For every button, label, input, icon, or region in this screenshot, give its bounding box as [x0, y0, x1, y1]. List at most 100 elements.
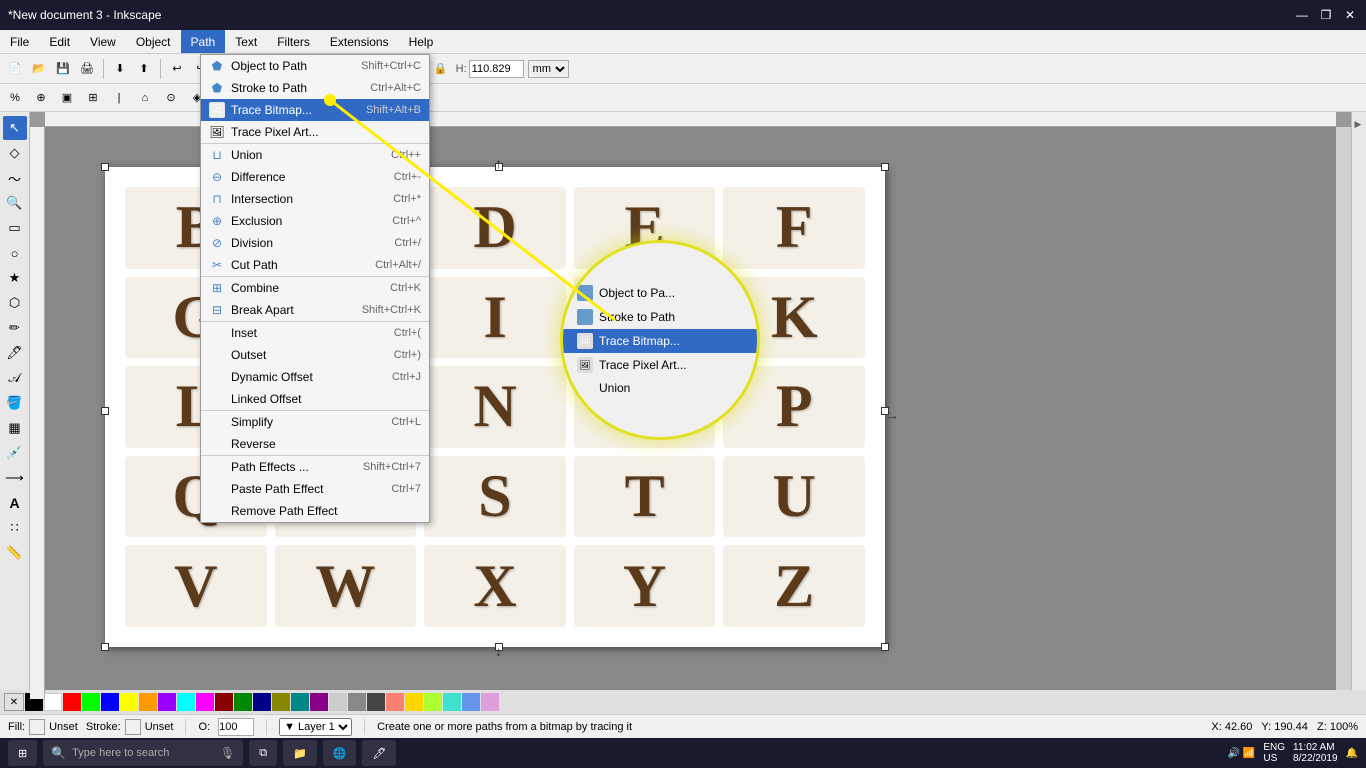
color-swatch-teal[interactable]	[291, 693, 309, 711]
menu-edit[interactable]: Edit	[39, 30, 80, 53]
minimize-button[interactable]: —	[1294, 7, 1310, 23]
color-swatch-green[interactable]	[82, 693, 100, 711]
no-fill-swatch[interactable]: ✕	[4, 693, 24, 711]
zoom-item-trace-pixel-art[interactable]: 🖼 Trace Pixel Art...	[563, 353, 757, 377]
menu-item-paste-path-effect[interactable]: Paste Path Effect Ctrl+7	[201, 478, 429, 500]
vscroll-track[interactable]	[1336, 127, 1351, 699]
handle-tl[interactable]	[101, 163, 109, 171]
start-button[interactable]: ⊞	[8, 740, 37, 766]
menu-item-trace-pixel-art[interactable]: 🖼 Trace Pixel Art...	[201, 121, 429, 143]
zoom-item-stroke-to-path[interactable]: Stroke to Path	[563, 305, 757, 329]
menu-file[interactable]: File	[0, 30, 39, 53]
color-swatch-salmon[interactable]	[386, 693, 404, 711]
stroke-swatch[interactable]	[125, 719, 141, 735]
color-swatch-darkred[interactable]	[215, 693, 233, 711]
zoom-tool[interactable]: 🔍	[3, 191, 27, 215]
menu-item-object-to-path[interactable]: ⬟ Object to Path Shift+Ctrl+C	[201, 55, 429, 77]
zoom-item-trace-bitmap[interactable]: 🖼 Trace Bitmap...	[563, 329, 757, 353]
tweak-tool[interactable]: 〜	[3, 166, 27, 190]
select-tool[interactable]: ↖	[3, 116, 27, 140]
color-swatch-blue[interactable]	[101, 693, 119, 711]
notification-icon[interactable]: 🔔	[1346, 748, 1358, 759]
star-tool[interactable]: ★	[3, 266, 27, 290]
color-swatch-darkblue[interactable]	[253, 693, 271, 711]
menu-item-cut-path[interactable]: ✂ Cut Path Ctrl+Alt+/	[201, 254, 429, 276]
new-button[interactable]: 📄	[4, 58, 26, 80]
undo-button[interactable]: ↩	[166, 58, 188, 80]
gradient-tool[interactable]: ▦	[3, 416, 27, 440]
taskbar-app-chrome[interactable]: 🌐	[323, 740, 357, 766]
handle-tr[interactable]	[881, 163, 889, 171]
import-button[interactable]: ⬇	[109, 58, 131, 80]
rect-tool[interactable]: ▭	[3, 216, 27, 240]
export-button[interactable]: ⬆	[133, 58, 155, 80]
calligraphy-tool[interactable]: 𝒜	[3, 366, 27, 390]
color-swatch-red[interactable]	[63, 693, 81, 711]
opacity-input[interactable]	[218, 718, 254, 736]
unit-select[interactable]: mmpxcm	[528, 60, 569, 78]
bucket-tool[interactable]: 🪣	[3, 391, 27, 415]
menu-item-stroke-to-path[interactable]: ⬟ Stroke to Path Ctrl+Alt+C	[201, 77, 429, 99]
color-swatch-olive[interactable]	[272, 693, 290, 711]
search-bar[interactable]: 🔍 Type here to search 🎙	[43, 740, 243, 766]
menu-item-exclusion[interactable]: ⊕ Exclusion Ctrl+^	[201, 210, 429, 232]
menu-item-simplify[interactable]: Simplify Ctrl+L	[201, 411, 429, 433]
color-swatch-cornflower[interactable]	[462, 693, 480, 711]
ellipse-tool[interactable]: ○	[3, 241, 27, 265]
connector-tool[interactable]: ⟶	[3, 466, 27, 490]
color-swatch-lightgray[interactable]	[329, 693, 347, 711]
maximize-button[interactable]: ❐	[1318, 7, 1334, 23]
menu-item-intersection[interactable]: ⊓ Intersection Ctrl+*	[201, 188, 429, 210]
menu-extensions[interactable]: Extensions	[320, 30, 399, 53]
snap-bbox[interactable]: ▣	[56, 87, 78, 109]
menu-item-combine[interactable]: ⊞ Combine Ctrl+K	[201, 277, 429, 299]
color-swatch-purple[interactable]	[158, 693, 176, 711]
snap-path[interactable]: ⌂	[134, 87, 156, 109]
snap-toggle[interactable]: %	[4, 87, 26, 109]
spray-tool[interactable]: ∷	[3, 516, 27, 540]
color-swatch-yellow[interactable]	[120, 693, 138, 711]
taskbar-app-inkscape[interactable]: 🖊	[362, 740, 396, 766]
node-tool[interactable]: ◇	[3, 141, 27, 165]
color-swatch-turquoise[interactable]	[443, 693, 461, 711]
color-swatch-maroon[interactable]	[310, 693, 328, 711]
color-swatch-gold[interactable]	[405, 693, 423, 711]
layer-select[interactable]: ▼ Layer 1	[279, 718, 352, 736]
menu-filters[interactable]: Filters	[267, 30, 320, 53]
menu-item-dynamic-offset[interactable]: Dynamic Offset Ctrl+J	[201, 366, 429, 388]
color-swatch-plum[interactable]	[481, 693, 499, 711]
close-button[interactable]: ✕	[1342, 7, 1358, 23]
snap-center[interactable]: ⊙	[160, 87, 182, 109]
color-swatch-cyan[interactable]	[177, 693, 195, 711]
menu-item-outset[interactable]: Outset Ctrl+)	[201, 344, 429, 366]
color-swatch-white[interactable]	[44, 693, 62, 711]
color-swatch-magenta[interactable]	[196, 693, 214, 711]
menu-text[interactable]: Text	[225, 30, 267, 53]
text-tool[interactable]: A	[3, 491, 27, 515]
save-button[interactable]: 💾	[52, 58, 74, 80]
open-button[interactable]: 📂	[28, 58, 50, 80]
taskbar-app-explorer[interactable]: 📁	[283, 740, 317, 766]
menu-item-path-effects[interactable]: Path Effects ... Shift+Ctrl+7	[201, 456, 429, 478]
handle-ml[interactable]	[101, 407, 109, 415]
menu-view[interactable]: View	[80, 30, 126, 53]
menu-object[interactable]: Object	[126, 30, 181, 53]
menu-item-remove-path-effect[interactable]: Remove Path Effect	[201, 500, 429, 522]
color-swatch-darkgray[interactable]	[367, 693, 385, 711]
pencil-tool[interactable]: ✏	[3, 316, 27, 340]
menu-item-union[interactable]: ⊔ Union Ctrl++	[201, 144, 429, 166]
fill-swatch[interactable]	[29, 719, 45, 735]
h-input[interactable]	[469, 60, 524, 78]
menu-path[interactable]: Path	[181, 30, 226, 53]
snap-grid[interactable]: ⊞	[82, 87, 104, 109]
zoom-item-object-to-path[interactable]: Object to Pa...	[563, 281, 757, 305]
menu-item-break-apart[interactable]: ⊟ Break Apart Shift+Ctrl+K	[201, 299, 429, 321]
snap-guide[interactable]: |	[108, 87, 130, 109]
color-swatch-gray[interactable]	[348, 693, 366, 711]
snap-nodes[interactable]: ⊕	[30, 87, 52, 109]
handle-bl[interactable]	[101, 643, 109, 651]
3d-box-tool[interactable]: ⬡	[3, 291, 27, 315]
menu-item-difference[interactable]: ⊖ Difference Ctrl+-	[201, 166, 429, 188]
menu-item-inset[interactable]: Inset Ctrl+(	[201, 322, 429, 344]
dropper-tool[interactable]: 💉	[3, 441, 27, 465]
